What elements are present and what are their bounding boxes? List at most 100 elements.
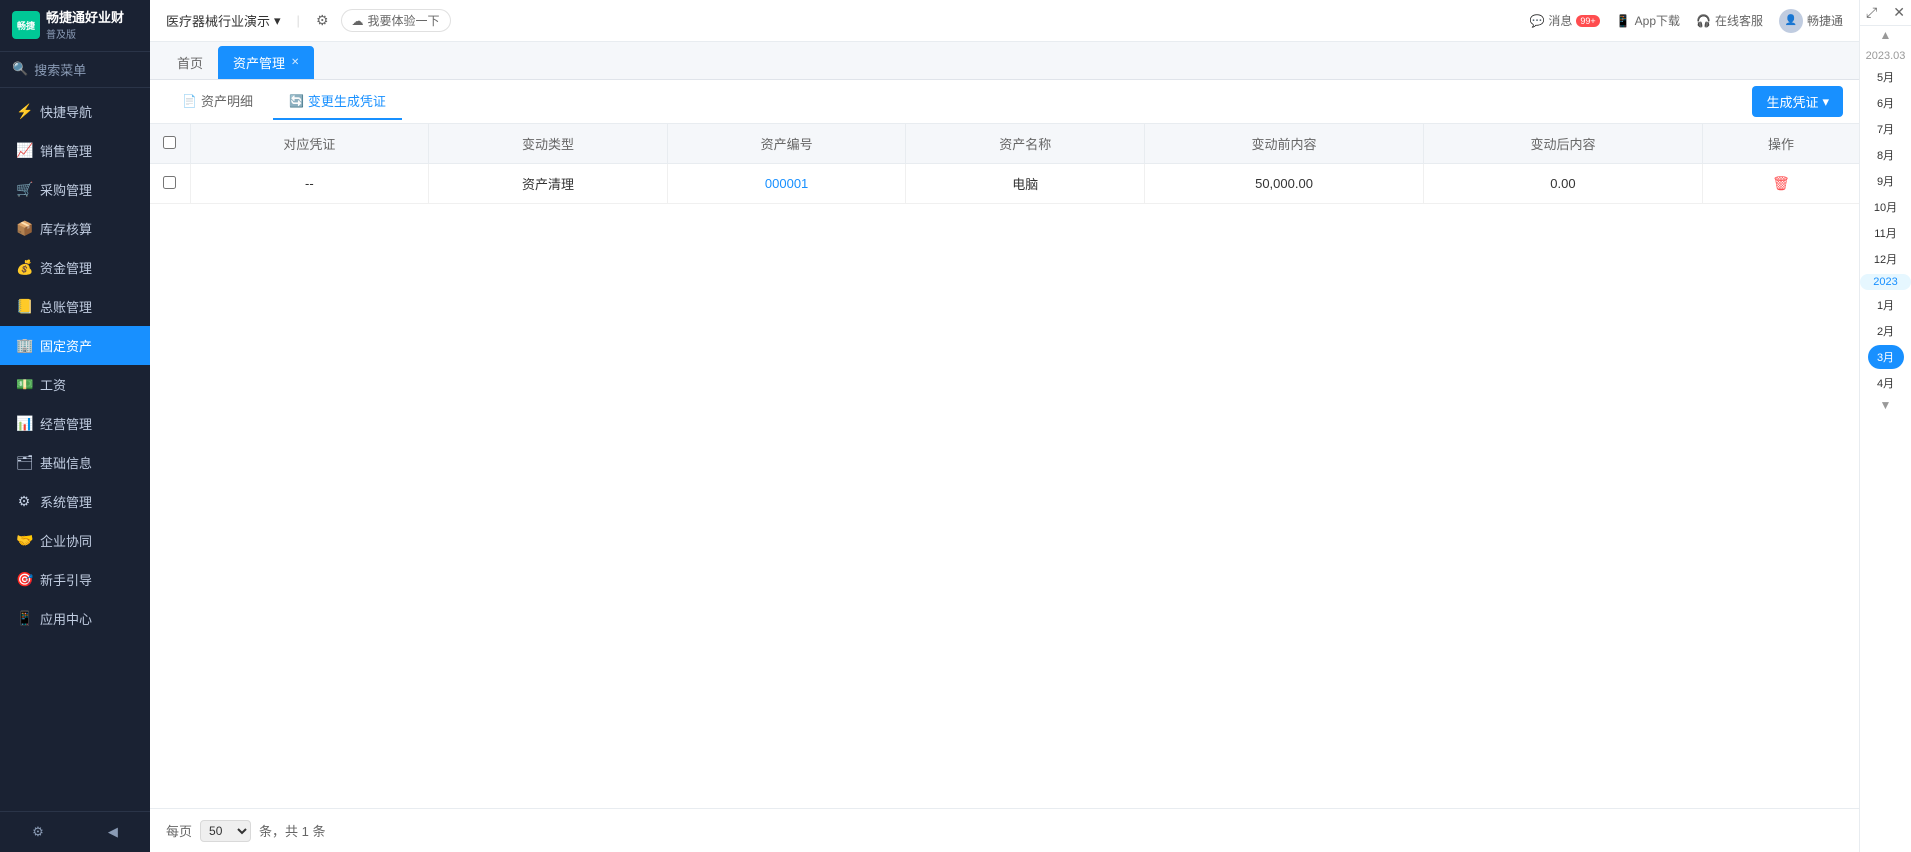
page-size-label: 每页 xyxy=(166,821,192,840)
month-item-2023-4[interactable]: 4月 xyxy=(1868,371,1904,395)
sub-tab-change-voucher[interactable]: 🔄 变更生成凭证 xyxy=(273,83,402,120)
sidebar-item-ledger[interactable]: 📒 总账管理 xyxy=(0,287,150,326)
sidebar-item-purchase[interactable]: 🛒 采购管理 xyxy=(0,170,150,209)
sidebar-item-base-info[interactable]: 🗂 基础信息 xyxy=(0,443,150,482)
sidebar-item-label: 销售管理 xyxy=(40,141,92,160)
sub-tab-asset-detail-label: 资产明细 xyxy=(201,91,253,110)
close-panel-btn[interactable]: ✕ xyxy=(1893,4,1905,21)
th-voucher: 对应凭证 xyxy=(190,124,429,164)
search-label: 搜索菜单 xyxy=(34,60,86,79)
month-item-2023-1[interactable]: 1月 xyxy=(1868,293,1904,317)
month-item-7[interactable]: 7月 xyxy=(1868,117,1904,141)
sub-tabs-left: 📄 资产明细 🔄 变更生成凭证 xyxy=(166,83,402,120)
row-asset-name: 电脑 xyxy=(906,164,1145,204)
expand-panel-btn[interactable]: ⤢ xyxy=(1866,4,1877,21)
select-all-checkbox[interactable] xyxy=(163,136,176,149)
month-item-12[interactable]: 12月 xyxy=(1868,247,1904,271)
th-asset-code: 资产编号 xyxy=(667,124,906,164)
topbar-right: 💬 消息 99+ 📱 App下载 🎧 在线客服 👤 畅捷通 xyxy=(1529,9,1843,33)
th-checkbox xyxy=(150,124,190,164)
message-icon: 💬 xyxy=(1529,14,1544,28)
page-size-select[interactable]: 10 20 50 100 xyxy=(200,820,251,842)
month-item-9[interactable]: 9月 xyxy=(1868,169,1904,193)
month-item-11[interactable]: 11月 xyxy=(1868,221,1904,245)
month-item-5[interactable]: 5月 xyxy=(1868,65,1904,89)
tab-home[interactable]: 首页 xyxy=(162,46,218,79)
username-label: 畅捷通 xyxy=(1807,12,1843,29)
sidebar: 畅捷 畅捷通好业财 普及版 🔍 搜索菜单 ⚡ 快捷导航 📈 销售管理 🛒 采购管… xyxy=(0,0,150,852)
settings-footer-btn[interactable]: ⚙ xyxy=(24,820,52,844)
tab-close-icon[interactable]: ✕ xyxy=(291,57,299,68)
month-item-6[interactable]: 6月 xyxy=(1868,91,1904,115)
app-download-icon: 📱 xyxy=(1616,14,1631,28)
fixed-assets-icon: 🏢 xyxy=(16,337,32,354)
sidebar-item-label: 企业协同 xyxy=(40,531,92,550)
logo-icon-text: 畅捷 xyxy=(17,19,35,32)
page-tabs: 首页 资产管理 ✕ xyxy=(150,42,1859,80)
sidebar-item-guide[interactable]: 🎯 新手引导 xyxy=(0,560,150,599)
inventory-icon: 📦 xyxy=(16,220,32,237)
collapse-footer-icon: ◀ xyxy=(108,824,118,839)
collapse-footer-btn[interactable]: ◀ xyxy=(100,820,126,844)
month-item-2023-3[interactable]: 3月 xyxy=(1868,345,1904,369)
avatar: 👤 xyxy=(1779,9,1803,33)
search-menu[interactable]: 🔍 搜索菜单 xyxy=(0,52,150,88)
th-action: 操作 xyxy=(1702,124,1859,164)
sidebar-item-quick-nav[interactable]: ⚡ 快捷导航 xyxy=(0,92,150,131)
sidebar-item-label: 固定资产 xyxy=(40,336,92,355)
sidebar-item-label: 快捷导航 xyxy=(40,102,92,121)
month-item-10[interactable]: 10月 xyxy=(1868,195,1904,219)
experience-cloud-icon: ☁ xyxy=(352,14,364,28)
right-panel-content: ▲ 2023.03 5月 6月 7月 8月 9月 10月 11月 12月 202… xyxy=(1860,26,1911,852)
sidebar-item-app-center[interactable]: 📱 应用中心 xyxy=(0,599,150,638)
row-checkbox[interactable] xyxy=(163,176,176,189)
company-dropdown-icon: ▾ xyxy=(274,13,281,29)
scroll-up-btn[interactable]: ▲ xyxy=(1878,26,1894,44)
sidebar-item-sales[interactable]: 📈 销售管理 xyxy=(0,131,150,170)
logo-subtitle: 普及版 xyxy=(46,26,124,41)
sidebar-item-label: 库存核算 xyxy=(40,219,92,238)
company-selector[interactable]: 医疗器械行业演示 ▾ xyxy=(166,11,281,30)
company-name: 医疗器械行业演示 xyxy=(166,11,270,30)
sidebar-item-system[interactable]: ⚙ 系统管理 xyxy=(0,482,150,521)
topbar-gear-icon[interactable]: ⚙ xyxy=(316,12,329,29)
generate-voucher-btn[interactable]: 生成凭证 ▾ xyxy=(1752,86,1843,117)
ops-icon: 📊 xyxy=(16,415,32,432)
online-service-btn[interactable]: 🎧 在线客服 xyxy=(1696,12,1763,29)
row-checkbox-cell xyxy=(150,164,190,204)
sub-tab-asset-detail[interactable]: 📄 资产明细 xyxy=(166,83,269,120)
collab-icon: 🤝 xyxy=(16,532,32,549)
table-container: 对应凭证 变动类型 资产编号 资产名称 变动前内容 变动后内容 操作 xyxy=(150,124,1859,808)
row-after-content: 0.00 xyxy=(1423,164,1702,204)
tab-asset-management[interactable]: 资产管理 ✕ xyxy=(218,46,314,79)
sidebar-item-payroll[interactable]: 💵 工资 xyxy=(0,365,150,404)
message-btn[interactable]: 💬 消息 99+ xyxy=(1529,12,1599,29)
sidebar-item-ops[interactable]: 📊 经营管理 xyxy=(0,404,150,443)
funds-icon: 💰 xyxy=(16,259,32,276)
settings-footer-icon: ⚙ xyxy=(32,824,44,839)
message-label: 消息 xyxy=(1548,12,1572,29)
sidebar-item-label: 应用中心 xyxy=(40,609,92,628)
sidebar-item-label: 采购管理 xyxy=(40,180,92,199)
sidebar-item-collab[interactable]: 🤝 企业协同 xyxy=(0,521,150,560)
sidebar-item-label: 资金管理 xyxy=(40,258,92,277)
user-avatar-btn[interactable]: 👤 畅捷通 xyxy=(1779,9,1843,33)
right-panel: ⤢ ✕ ▲ 2023.03 5月 6月 7月 8月 9月 10月 11月 12月… xyxy=(1859,0,1911,852)
month-item-8[interactable]: 8月 xyxy=(1868,143,1904,167)
sidebar-item-label: 新手引导 xyxy=(40,570,92,589)
app-download-btn[interactable]: 📱 App下载 xyxy=(1616,12,1680,29)
service-label: 在线客服 xyxy=(1715,12,1763,29)
sidebar-item-label: 基础信息 xyxy=(40,453,92,472)
scroll-down-btn[interactable]: ▼ xyxy=(1878,396,1894,414)
row-action-cell: 🗑 xyxy=(1702,164,1859,204)
sidebar-item-label: 系统管理 xyxy=(40,492,92,511)
sidebar-item-fixed-assets[interactable]: 🏢 固定资产 xyxy=(0,326,150,365)
system-icon: ⚙ xyxy=(16,493,32,510)
sidebar-item-inventory[interactable]: 📦 库存核算 xyxy=(0,209,150,248)
row-voucher: -- xyxy=(190,164,429,204)
delete-row-btn[interactable]: 🗑 xyxy=(1772,175,1790,191)
sidebar-item-funds[interactable]: 💰 资金管理 xyxy=(0,248,150,287)
month-item-2023-2[interactable]: 2月 xyxy=(1868,319,1904,343)
experience-btn[interactable]: ☁ 我要体验一下 xyxy=(341,9,451,32)
tab-home-label: 首页 xyxy=(177,53,203,72)
